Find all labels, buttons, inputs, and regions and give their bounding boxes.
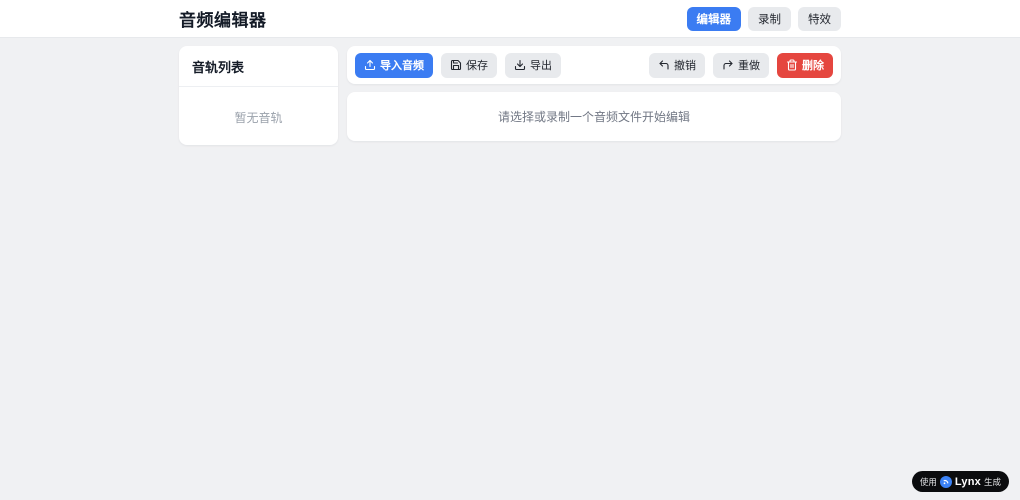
redo-label: 重做 [738, 60, 760, 72]
lynx-badge[interactable]: 使用 Lynx 生成 [911, 471, 1009, 492]
app-title: 音频编辑器 [179, 11, 267, 30]
toolbar-left-group: 导入音频 保存 导出 [355, 52, 561, 78]
badge-suffix: 生成 [983, 476, 1001, 487]
delete-label: 删除 [802, 60, 824, 72]
save-icon [450, 59, 462, 71]
undo-label: 撤销 [674, 60, 696, 72]
import-audio-button[interactable]: 导入音频 [355, 52, 433, 78]
redo-button[interactable]: 重做 [713, 52, 769, 78]
tab-editor[interactable]: 编辑器 [686, 6, 741, 31]
trash-icon [786, 59, 798, 71]
badge-brand: Lynx [954, 475, 981, 488]
export-label: 导出 [530, 60, 552, 72]
save-label: 保存 [466, 60, 488, 72]
header: 音频编辑器 编辑器 录制 特效 [0, 0, 1020, 38]
header-inner: 音频编辑器 编辑器 录制 特效 [179, 0, 841, 37]
track-list-title: 音轨列表 [179, 46, 338, 87]
editor-empty-state: 请选择或录制一个音频文件开始编辑 [347, 92, 841, 141]
header-tabs: 编辑器 录制 特效 [686, 6, 841, 31]
undo-icon [659, 60, 669, 70]
tab-effects[interactable]: 特效 [798, 6, 841, 31]
track-list-empty-text: 暂无音轨 [234, 110, 283, 125]
delete-button[interactable]: 删除 [777, 52, 833, 78]
tab-record[interactable]: 录制 [748, 6, 791, 31]
toolbar: 导入音频 保存 导出 撤销 重做 删除 [347, 46, 841, 84]
editor-empty-text: 请选择或录制一个音频文件开始编辑 [497, 110, 690, 124]
import-audio-label: 导入音频 [380, 60, 424, 72]
export-button[interactable]: 导出 [505, 52, 561, 78]
download-icon [514, 59, 526, 71]
lynx-logo-icon [939, 475, 952, 488]
save-button[interactable]: 保存 [441, 52, 497, 78]
main-area: 音轨列表 暂无音轨 导入音频 保存 导出 撤销 重做 删除 请选择或录制一个音频… [179, 46, 841, 145]
editor-column: 导入音频 保存 导出 撤销 重做 删除 请选择或录制一个音频文件开始编辑 [347, 46, 841, 145]
track-list-panel: 音轨列表 暂无音轨 [179, 46, 338, 145]
badge-prefix: 使用 [919, 476, 937, 487]
undo-button[interactable]: 撤销 [649, 52, 705, 78]
toolbar-right-group: 撤销 重做 删除 [649, 52, 833, 78]
redo-icon [723, 60, 733, 70]
upload-icon [364, 59, 376, 71]
